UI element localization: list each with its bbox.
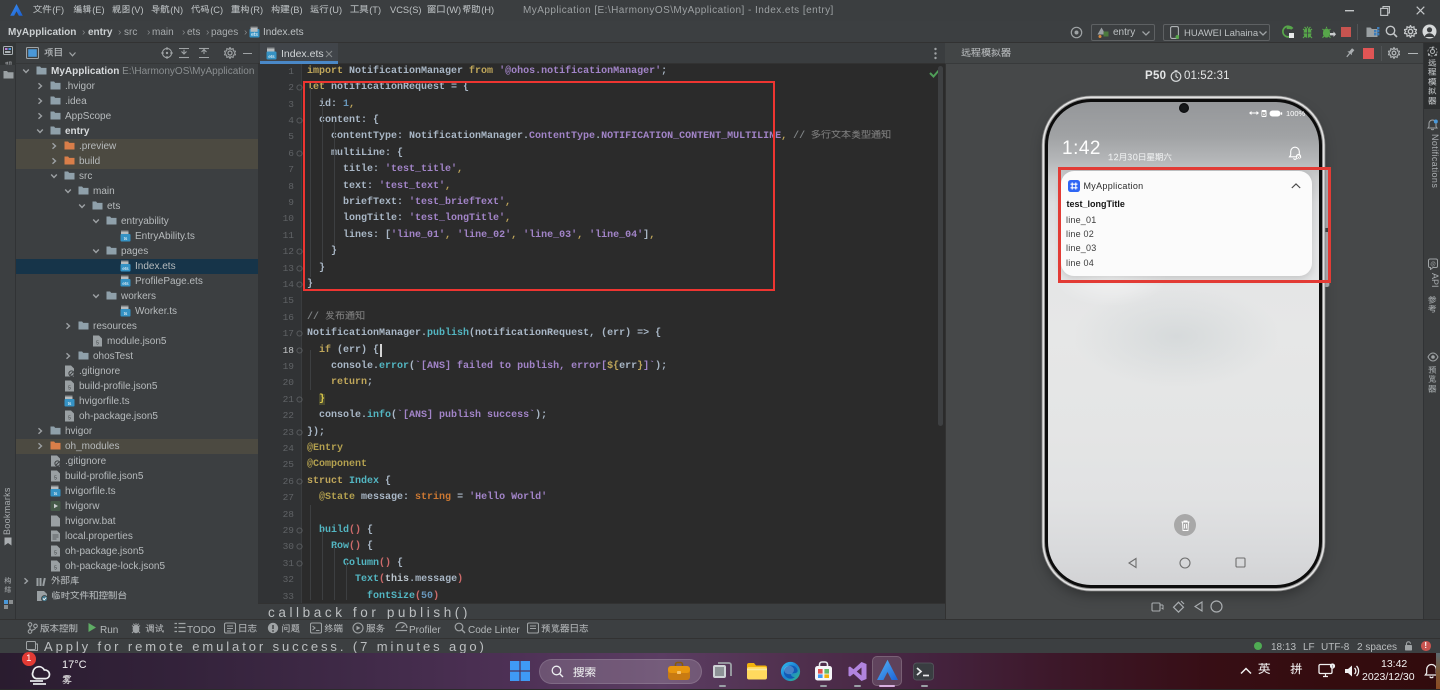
svg-text:ets: ets (268, 54, 275, 59)
svg-text:100%: 100% (1286, 109, 1306, 118)
svg-text:!: ! (1332, 664, 1333, 669)
svg-text:@: @ (1430, 262, 1436, 268)
svg-text:ets: ets (251, 32, 258, 38)
svg-text:B: B (1262, 112, 1266, 118)
